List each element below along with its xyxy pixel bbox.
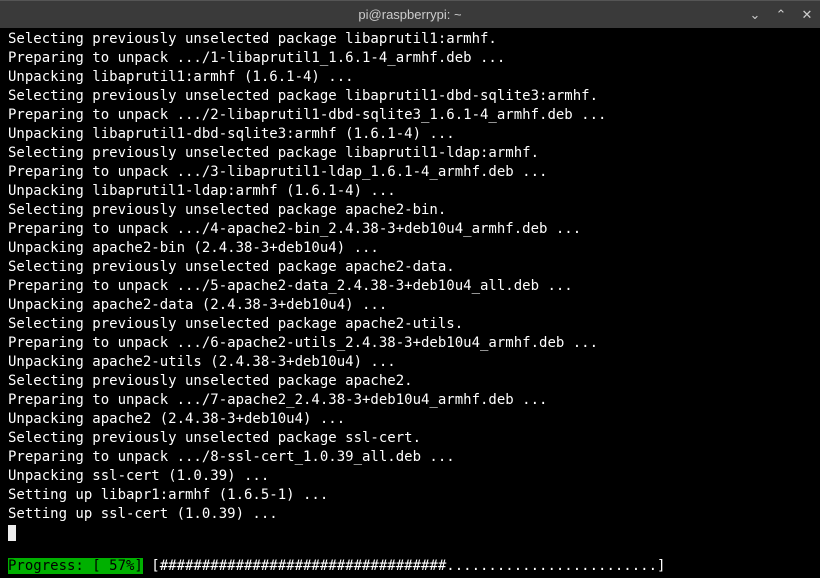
terminal-line: Unpacking ssl-cert (1.0.39) ... <box>8 467 812 486</box>
terminal-line: Preparing to unpack .../6-apache2-utils_… <box>8 334 812 353</box>
close-button[interactable]: ✕ <box>800 7 814 23</box>
terminal-line: Unpacking apache2-utils (2.4.38-3+deb10u… <box>8 353 812 372</box>
terminal-line: Selecting previously unselected package … <box>8 144 812 163</box>
terminal-line: Setting up ssl-cert (1.0.39) ... <box>8 505 812 524</box>
progress-label: Progress: [ 57%] <box>8 558 143 574</box>
terminal-line: Unpacking libaprutil1:armhf (1.6.1-4) ..… <box>8 68 812 87</box>
window-controls: ⌄ ⌃ ✕ <box>748 7 814 23</box>
terminal-window: pi@raspberrypi: ~ ⌄ ⌃ ✕ Selecting previo… <box>0 0 820 578</box>
terminal-line: Preparing to unpack .../5-apache2-data_2… <box>8 277 812 296</box>
maximize-button[interactable]: ⌃ <box>774 7 788 23</box>
terminal-line: Selecting previously unselected package … <box>8 315 812 334</box>
terminal-line: Unpacking apache2-data (2.4.38-3+deb10u4… <box>8 296 812 315</box>
terminal-line: Preparing to unpack .../1-libaprutil1_1.… <box>8 49 812 68</box>
terminal-line: Preparing to unpack .../3-libaprutil1-ld… <box>8 163 812 182</box>
terminal-line: Preparing to unpack .../7-apache2_2.4.38… <box>8 391 812 410</box>
terminal-body[interactable]: Selecting previously unselected package … <box>0 28 820 578</box>
progress-gauge: [##################################.....… <box>143 558 674 574</box>
terminal-line: Selecting previously unselected package … <box>8 429 812 448</box>
terminal-line: Preparing to unpack .../2-libaprutil1-db… <box>8 106 812 125</box>
terminal-line: Preparing to unpack .../4-apache2-bin_2.… <box>8 220 812 239</box>
progress-line: Progress: [ 57%] [######################… <box>8 557 674 576</box>
terminal-line: Setting up libapr1:armhf (1.6.5-1) ... <box>8 486 812 505</box>
terminal-line: Unpacking apache2 (2.4.38-3+deb10u4) ... <box>8 410 812 429</box>
terminal-line: Selecting previously unselected package … <box>8 30 812 49</box>
terminal-line: Selecting previously unselected package … <box>8 201 812 220</box>
terminal-line: Selecting previously unselected package … <box>8 372 812 391</box>
terminal-line: Selecting previously unselected package … <box>8 87 812 106</box>
terminal-line: Unpacking libaprutil1-dbd-sqlite3:armhf … <box>8 125 812 144</box>
cursor-line <box>8 524 812 543</box>
terminal-output: Selecting previously unselected package … <box>8 30 812 524</box>
window-title: pi@raspberrypi: ~ <box>358 7 461 22</box>
titlebar[interactable]: pi@raspberrypi: ~ ⌄ ⌃ ✕ <box>0 0 820 28</box>
terminal-line: Selecting previously unselected package … <box>8 258 812 277</box>
terminal-line: Unpacking apache2-bin (2.4.38-3+deb10u4)… <box>8 239 812 258</box>
cursor-icon <box>8 525 16 541</box>
minimize-button[interactable]: ⌄ <box>748 7 762 23</box>
terminal-line: Unpacking libaprutil1-ldap:armhf (1.6.1-… <box>8 182 812 201</box>
terminal-line: Preparing to unpack .../8-ssl-cert_1.0.3… <box>8 448 812 467</box>
